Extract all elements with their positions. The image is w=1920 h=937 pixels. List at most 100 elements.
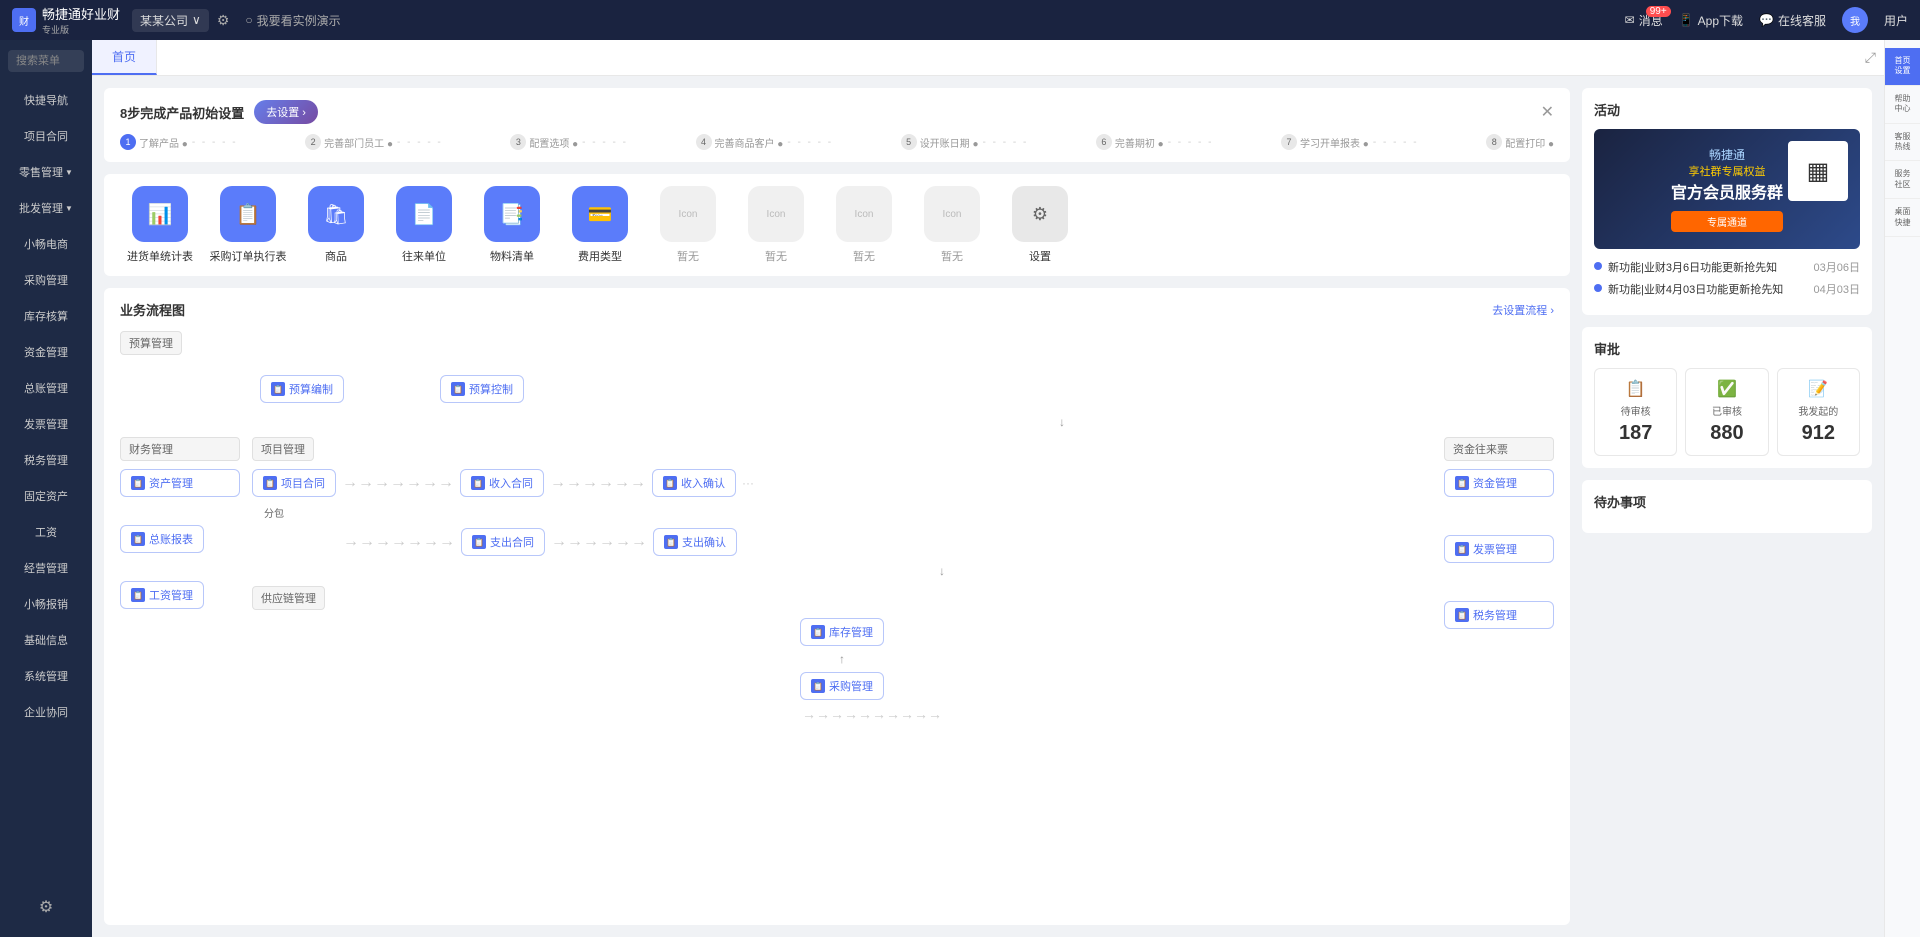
quick-icon-settings[interactable]: ⚙ 设置 bbox=[1000, 186, 1080, 264]
quick-icon-purchase-order[interactable]: 📋 采购订单执行表 bbox=[208, 186, 288, 264]
topbar-settings-icon[interactable]: ⚙ bbox=[217, 12, 230, 29]
flow-node-salary[interactable]: 📋 工资管理 bbox=[120, 581, 204, 609]
setup-step-4[interactable]: 4 完善商品客户 ● bbox=[696, 134, 784, 150]
demo-link[interactable]: 我要看实例演示 bbox=[245, 12, 340, 29]
business-flow-header: 业务流程图 去设置流程 › bbox=[120, 300, 1554, 319]
setup-step-7[interactable]: 7 学习开单报表 ● bbox=[1281, 134, 1369, 150]
sidebar-item-ecommerce[interactable]: 小畅电商 bbox=[0, 226, 92, 262]
sidebar-item-inventory[interactable]: 库存核算 bbox=[0, 298, 92, 334]
sidebar-item-enterprise[interactable]: 企业协同 bbox=[0, 694, 92, 730]
partners-icon: 📄 bbox=[396, 186, 452, 242]
sidebar-item-basic-info[interactable]: 基础信息 bbox=[0, 622, 92, 658]
right-sidebar-desktop[interactable]: 桌面快捷 bbox=[1885, 199, 1920, 237]
news-item-2[interactable]: 新功能|业财4月03日功能更新抢先知 04月03日 bbox=[1594, 281, 1860, 297]
quick-icon-empty1[interactable]: Icon 暂无 bbox=[648, 186, 728, 264]
right-sidebar-community[interactable]: 服务社区 bbox=[1885, 161, 1920, 199]
setup-step-5[interactable]: 5 设开账日期 ● bbox=[901, 134, 979, 150]
promo-banner[interactable]: 畅捷通 享社群专属权益 官方会员服务群 专属通道 ▦ bbox=[1594, 129, 1860, 249]
flow-node-tax-mgmt[interactable]: 📋 税务管理 bbox=[1444, 601, 1554, 629]
sidebar-item-salary[interactable]: 工资 bbox=[0, 514, 92, 550]
flow-node-income-contract[interactable]: 📋 收入合同 bbox=[460, 469, 544, 497]
flow-node-capital-mgmt[interactable]: 📋 资金管理 bbox=[1444, 469, 1554, 497]
setup-step-8[interactable]: 8 配置打印 ● bbox=[1486, 134, 1554, 150]
messages-button[interactable]: ✉ 消息 99+ bbox=[1625, 12, 1663, 29]
flow-node-expense-contract[interactable]: 📋 支出合同 bbox=[461, 528, 545, 556]
app-logo: 财 畅捷通好业财 专业版 bbox=[12, 4, 120, 36]
empty-icon-2: Icon bbox=[748, 186, 804, 242]
promo-button[interactable]: 专属通道 bbox=[1671, 211, 1783, 232]
sidebar-item-wholesale[interactable]: 批发管理▼ bbox=[0, 190, 92, 226]
flow-node-ledger[interactable]: 📋 总账报表 bbox=[120, 525, 204, 553]
middle-col: 项目管理 📋 项目合同 →→→→→→→ bbox=[252, 437, 1432, 722]
setup-step-1[interactable]: 1 了解产品 ● bbox=[120, 134, 188, 150]
sidebar-item-ledger[interactable]: 总账管理 bbox=[0, 370, 92, 406]
flow-node-budget-make[interactable]: 📋 预算编制 bbox=[260, 375, 344, 403]
quick-icon-empty3[interactable]: Icon 暂无 bbox=[824, 186, 904, 264]
activity-title: 活动 bbox=[1594, 100, 1860, 119]
quick-icon-empty2[interactable]: Icon 暂无 bbox=[736, 186, 816, 264]
setup-close-button[interactable]: ✕ bbox=[1541, 102, 1554, 122]
sidebar: 快捷导航 项目合同 零售管理▼ 批发管理▼ 小畅电商 采购管理 库存核算 资金管… bbox=[0, 40, 92, 937]
quick-icon-partners[interactable]: 📄 往来单位 bbox=[384, 186, 464, 264]
finance-section-label: 财务管理 bbox=[120, 437, 240, 461]
user-name[interactable]: 用户 bbox=[1884, 12, 1908, 29]
sidebar-item-system[interactable]: 系统管理 bbox=[0, 658, 92, 694]
sidebar-item-quick-nav[interactable]: 快捷导航 bbox=[0, 82, 92, 118]
right-mini-sidebar: 首页设置 帮助中心 客服热线 服务社区 桌面快捷 bbox=[1884, 40, 1920, 937]
search-input[interactable] bbox=[8, 50, 84, 72]
sidebar-item-operations[interactable]: 经营管理 bbox=[0, 550, 92, 586]
sidebar-item-project-contract[interactable]: 项目合同 bbox=[0, 118, 92, 154]
flow-node-asset[interactable]: 📋 资产管理 bbox=[120, 469, 240, 497]
flow-node-expense-confirm[interactable]: 📋 支出确认 bbox=[653, 528, 737, 556]
news-item-1[interactable]: 新功能|业财3月6日功能更新抢先知 03月06日 bbox=[1594, 259, 1860, 275]
promo-text: 畅捷通 享社群专属权益 官方会员服务群 专属通道 bbox=[1671, 146, 1783, 232]
approval-pending[interactable]: 📋 待审核 187 bbox=[1594, 368, 1677, 456]
sidebar-item-capital[interactable]: 资金管理 bbox=[0, 334, 92, 370]
flow-node-budget-control[interactable]: 📋 预算控制 bbox=[440, 375, 524, 403]
quick-icon-goods[interactable]: 🛍 商品 bbox=[296, 186, 376, 264]
right-col: 资金往来票 📋 资金管理 📋 发票管理 📋 bbox=[1444, 437, 1554, 722]
flow-node-inventory[interactable]: 📋 库存管理 bbox=[800, 618, 884, 646]
flow-node-project-contract[interactable]: 📋 项目合同 bbox=[252, 469, 336, 497]
business-flow-section: 业务流程图 去设置流程 › 预算管理 bbox=[104, 288, 1570, 925]
quick-icon-purchase-stats[interactable]: 📊 进货单统计表 bbox=[120, 186, 200, 264]
quick-icon-bom[interactable]: 📑 物料清单 bbox=[472, 186, 552, 264]
empty-icon-4: Icon bbox=[924, 186, 980, 242]
user-avatar[interactable]: 我 bbox=[1842, 7, 1868, 33]
app-download-button[interactable]: 📱 App下载 bbox=[1679, 12, 1743, 29]
online-service-button[interactable]: 💬 在线客服 bbox=[1759, 12, 1826, 29]
flow-settings-link[interactable]: 去设置流程 › bbox=[1492, 302, 1554, 318]
company-selector[interactable]: 某某公司 ∨ bbox=[132, 9, 209, 32]
flow-node-invoice-mgmt[interactable]: 📋 发票管理 bbox=[1444, 535, 1554, 563]
right-sidebar-help[interactable]: 帮助中心 bbox=[1885, 86, 1920, 124]
quick-icon-expense-type[interactable]: 💳 费用类型 bbox=[560, 186, 640, 264]
purchase-order-icon: 📋 bbox=[220, 186, 276, 242]
setup-step-6[interactable]: 6 完善期初 ● bbox=[1096, 134, 1164, 150]
business-flow-title: 业务流程图 bbox=[120, 300, 185, 319]
sidebar-item-tax[interactable]: 税务管理 bbox=[0, 442, 92, 478]
approval-approved[interactable]: ✅ 已审核 880 bbox=[1685, 368, 1768, 456]
logo-icon: 财 bbox=[12, 8, 36, 32]
flow-node-purchase[interactable]: 📋 采购管理 bbox=[800, 672, 884, 700]
setup-button[interactable]: 去设置 › bbox=[254, 100, 318, 124]
quick-icons-section: 📊 进货单统计表 📋 采购订单执行表 🛍 商品 📄 bbox=[104, 174, 1570, 276]
setup-step-2[interactable]: 2 完善部门员工 ● bbox=[305, 134, 393, 150]
sidebar-item-purchase[interactable]: 采购管理 bbox=[0, 262, 92, 298]
sidebar-item-invoice[interactable]: 发票管理 bbox=[0, 406, 92, 442]
sidebar-item-retail[interactable]: 零售管理▼ bbox=[0, 154, 92, 190]
right-sidebar-home-settings[interactable]: 首页设置 bbox=[1885, 48, 1920, 86]
quick-icons-grid: 📊 进货单统计表 📋 采购订单执行表 🛍 商品 📄 bbox=[120, 186, 1554, 264]
expense-type-icon: 💳 bbox=[572, 186, 628, 242]
quick-icon-empty4[interactable]: Icon 暂无 bbox=[912, 186, 992, 264]
sidebar-item-fixed-assets[interactable]: 固定资产 bbox=[0, 478, 92, 514]
sidebar-item-expense[interactable]: 小畅报销 bbox=[0, 586, 92, 622]
flow-node-income-confirm[interactable]: 📋 收入确认 bbox=[652, 469, 736, 497]
capital-section-label: 资金往来票 bbox=[1444, 437, 1554, 461]
setup-step-3[interactable]: 3 配置选项 ● bbox=[510, 134, 578, 150]
tab-home[interactable]: 首页 bbox=[92, 40, 157, 75]
approval-initiated[interactable]: 📝 我发起的 912 bbox=[1777, 368, 1860, 456]
goods-icon: 🛍 bbox=[308, 186, 364, 242]
expand-button[interactable]: ⤢ bbox=[1865, 49, 1876, 65]
sidebar-gear-icon[interactable]: ⚙ bbox=[39, 887, 53, 927]
right-sidebar-hotline[interactable]: 客服热线 bbox=[1885, 124, 1920, 162]
